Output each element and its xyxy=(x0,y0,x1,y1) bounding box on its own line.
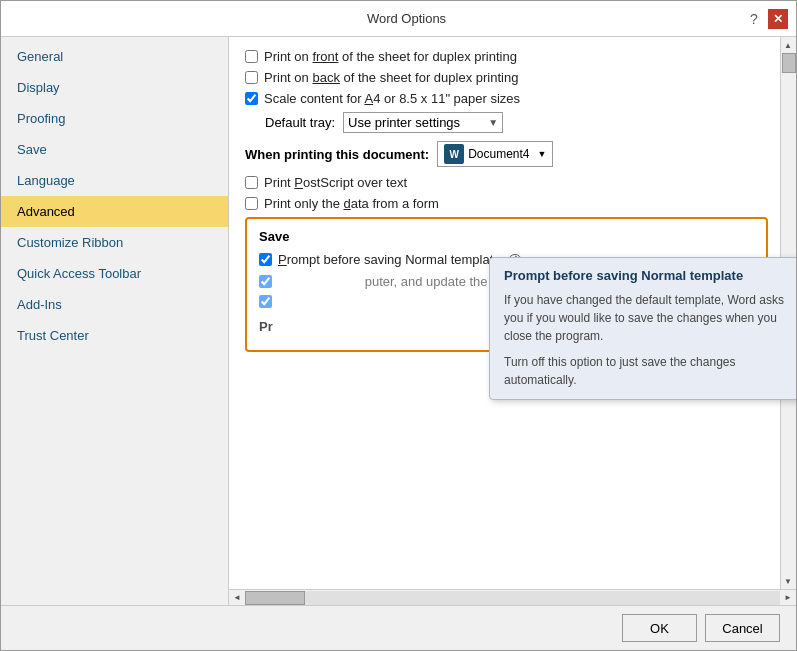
h-scroll-track xyxy=(245,591,780,605)
doc-icon: W xyxy=(444,144,464,164)
checkbox-prompt-normal-label: Prompt before saving Normal template i xyxy=(278,252,522,268)
help-button[interactable]: ? xyxy=(744,9,764,29)
sidebar: General Display Proofing Save Language A… xyxy=(1,37,229,605)
checkbox-extra-label: puter, and update the xyxy=(278,274,488,289)
cancel-button[interactable]: Cancel xyxy=(705,614,780,642)
sidebar-item-customize-ribbon[interactable]: Customize Ribbon xyxy=(1,227,228,258)
sidebar-item-quick-access[interactable]: Quick Access Toolbar xyxy=(1,258,228,289)
scroll-up-button[interactable]: ▲ xyxy=(780,37,796,53)
checkbox-print-back-input[interactable] xyxy=(245,71,258,84)
close-button[interactable]: ✕ xyxy=(768,9,788,29)
checkbox-data-form: Print only the data from a form xyxy=(245,196,768,211)
checkbox-scale-content-label: Scale content for A4 or 8.5 x 11" paper … xyxy=(264,91,520,106)
checkbox-data-form-label: Print only the data from a form xyxy=(264,196,439,211)
checkbox-print-back: Print on back of the sheet for duplex pr… xyxy=(245,70,768,85)
sidebar-item-language[interactable]: Language xyxy=(1,165,228,196)
tooltip-note: Turn off this option to just save the ch… xyxy=(504,353,794,389)
scrollbar-thumb[interactable] xyxy=(782,53,796,73)
tooltip-body: If you have changed the default template… xyxy=(504,291,794,345)
checkbox-print-front-label: Print on front of the sheet for duplex p… xyxy=(264,49,517,64)
scroll-down-button[interactable]: ▼ xyxy=(780,573,796,589)
sidebar-item-trust-center[interactable]: Trust Center xyxy=(1,320,228,351)
checkbox-postscript-label: Print PostScript over text xyxy=(264,175,407,190)
h-scroll-right-button[interactable]: ► xyxy=(780,590,796,606)
doc-dropdown-arrow: ▼ xyxy=(538,149,547,159)
when-printing-row: When printing this document: W Document4… xyxy=(245,141,768,167)
dialog-footer: OK Cancel xyxy=(1,605,796,650)
doc-dropdown[interactable]: W Document4 ▼ xyxy=(437,141,553,167)
sidebar-item-add-ins[interactable]: Add-Ins xyxy=(1,289,228,320)
h-scroll-left-button[interactable]: ◄ xyxy=(229,590,245,606)
h-scrollbar: ◄ ► xyxy=(229,589,796,605)
doc-name: Document4 xyxy=(468,147,529,161)
title-bar: Word Options ? ✕ xyxy=(1,1,796,37)
word-options-dialog: Word Options ? ✕ General Display Proofin… xyxy=(0,0,797,651)
tooltip-title: Prompt before saving Normal template xyxy=(504,268,794,283)
checkbox-scale-content: Scale content for A4 or 8.5 x 11" paper … xyxy=(245,91,768,106)
content-area: Print on front of the sheet for duplex p… xyxy=(229,37,796,605)
checkbox-print-front: Print on front of the sheet for duplex p… xyxy=(245,49,768,64)
sidebar-item-display[interactable]: Display xyxy=(1,72,228,103)
checkbox-print-front-input[interactable] xyxy=(245,50,258,63)
sidebar-item-advanced[interactable]: Advanced xyxy=(1,196,228,227)
print-partial-label: Pr xyxy=(259,319,273,334)
checkbox-scale-content-input[interactable] xyxy=(245,92,258,105)
checkbox-prompt-normal-input[interactable] xyxy=(259,253,272,266)
dialog-body: General Display Proofing Save Language A… xyxy=(1,37,796,605)
tray-row: Default tray: Use printer settings ▼ xyxy=(265,112,768,133)
checkbox-print-back-label: Print on back of the sheet for duplex pr… xyxy=(264,70,518,85)
checkbox-postscript: Print PostScript over text xyxy=(245,175,768,190)
checkbox-postscript-input[interactable] xyxy=(245,176,258,189)
save-section-title: Save xyxy=(259,229,754,244)
tray-label: Default tray: xyxy=(265,115,335,130)
when-printing-label: When printing this document: xyxy=(245,147,429,162)
sidebar-item-save[interactable]: Save xyxy=(1,134,228,165)
checkbox-extra2-input[interactable] xyxy=(259,295,272,308)
sidebar-item-proofing[interactable]: Proofing xyxy=(1,103,228,134)
tray-select-value: Use printer settings xyxy=(348,115,460,130)
tray-select-arrow: ▼ xyxy=(488,117,498,128)
ok-button[interactable]: OK xyxy=(622,614,697,642)
tooltip-popup: Prompt before saving Normal template If … xyxy=(489,257,796,400)
sidebar-item-general[interactable]: General xyxy=(1,41,228,72)
dialog-title: Word Options xyxy=(69,11,744,26)
checkbox-extra-input[interactable] xyxy=(259,275,272,288)
h-scroll-thumb[interactable] xyxy=(245,591,305,605)
checkbox-data-form-input[interactable] xyxy=(245,197,258,210)
title-bar-buttons: ? ✕ xyxy=(744,9,788,29)
content-scroll: Print on front of the sheet for duplex p… xyxy=(229,37,796,589)
tray-select[interactable]: Use printer settings ▼ xyxy=(343,112,503,133)
